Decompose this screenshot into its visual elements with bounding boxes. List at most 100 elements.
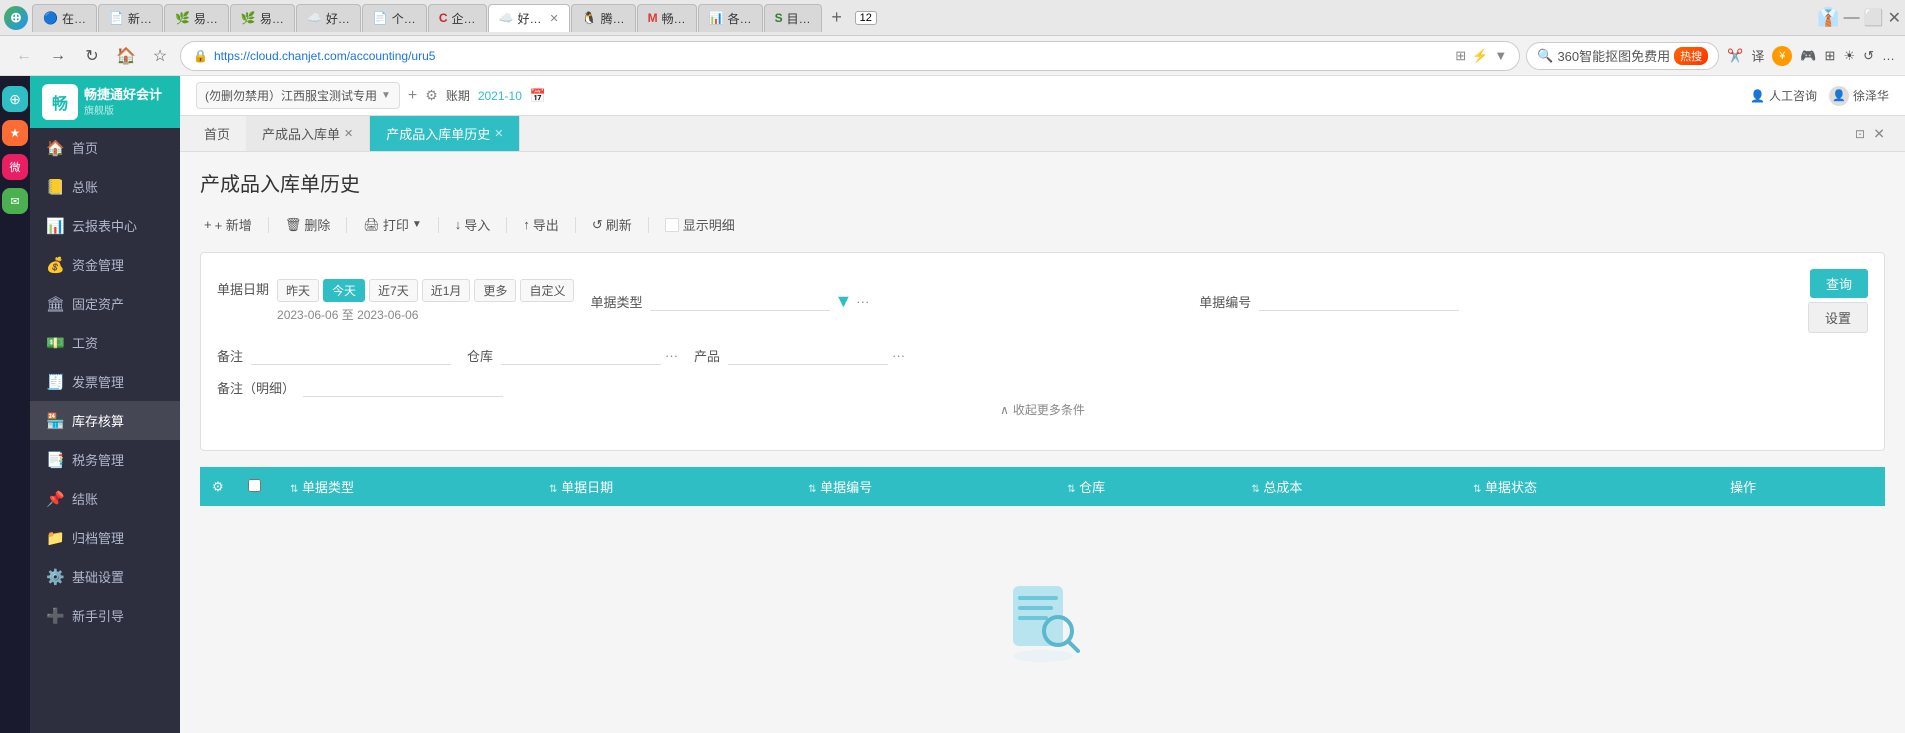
type-dots[interactable]: ··· — [856, 294, 869, 309]
gear-icon[interactable]: ⚙ — [212, 479, 224, 494]
tab-2[interactable]: 📄 新… — [98, 4, 163, 32]
tab-11[interactable]: 📊 各… — [698, 4, 763, 32]
nav-item-settings[interactable]: ⚙️ 基础设置 — [30, 557, 180, 596]
tab-8[interactable]: ☁️ 好… ✕ — [488, 4, 570, 32]
product-dots[interactable]: ··· — [892, 348, 905, 363]
col-number[interactable]: ⇅ 单据编号 — [794, 467, 1053, 506]
url-bar[interactable]: 🔒 https://cloud.chanjet.com/accounting/u… — [180, 41, 1520, 71]
import-button[interactable]: ↓ 导入 — [451, 213, 495, 236]
nav-item-inventory[interactable]: 🏪 库存核算 — [30, 401, 180, 440]
tab-7[interactable]: C 企… — [428, 4, 487, 32]
print-dropdown-icon[interactable]: ▼ — [412, 219, 422, 230]
nav-item-asset[interactable]: 🏛 固定资产 — [30, 284, 180, 323]
table-gear-col[interactable]: ⚙ — [200, 467, 236, 506]
export-button[interactable]: ↑ 导出 — [519, 213, 563, 236]
delete-button[interactable]: 🗑 删除 — [281, 213, 335, 236]
nav-item-report[interactable]: 📊 云报表中心 — [30, 206, 180, 245]
app-icon-4[interactable]: ✉ — [2, 188, 28, 214]
minimize-button[interactable]: — — [1844, 9, 1860, 27]
app-icon-2[interactable]: ★ — [2, 120, 28, 146]
nav-item-archive[interactable]: 📁 归档管理 — [30, 518, 180, 557]
new-button[interactable]: + + 新增 — [200, 213, 256, 236]
theme-icon[interactable]: ☀ — [1843, 48, 1855, 64]
col-cost[interactable]: ⇅ 总成本 — [1237, 467, 1459, 506]
tab-6[interactable]: 📄 个… — [362, 4, 427, 32]
number-filter-input[interactable] — [1259, 291, 1459, 311]
print-button[interactable]: 🖨 打印 ▼ — [359, 213, 425, 236]
refresh-button[interactable]: ↺ 刷新 — [588, 213, 636, 236]
nav-item-guide[interactable]: ➕ 新手引导 — [30, 596, 180, 635]
date-btn-more[interactable]: 更多 — [474, 279, 516, 302]
period-calendar-icon[interactable]: 📅 — [530, 88, 546, 104]
date-btn-today[interactable]: 今天 — [323, 279, 365, 302]
tab-9[interactable]: 🐧 腾… — [571, 4, 636, 32]
tab-3[interactable]: 🌿 易… — [164, 4, 229, 32]
show-cols-button[interactable]: 显示明细 — [661, 213, 739, 236]
company-settings-icon[interactable]: ⚙ — [425, 87, 438, 104]
more-icon[interactable]: … — [1882, 48, 1895, 63]
user-profile-button[interactable]: 👤 徐泽华 — [1829, 86, 1889, 106]
refresh-browser-button[interactable]: ↻ — [78, 42, 106, 70]
type-filter-input[interactable] — [650, 291, 830, 311]
tab-5[interactable]: ☁️ 好… — [296, 4, 361, 32]
product-filter-input[interactable] — [728, 345, 888, 365]
remark-filter-input[interactable] — [251, 345, 451, 365]
yuan-icon[interactable]: ¥ — [1772, 46, 1792, 66]
tab-10[interactable]: M 畅… — [637, 4, 697, 32]
col-warehouse[interactable]: ⇅ 仓库 — [1053, 467, 1237, 506]
maximize-panel-button[interactable]: ⊡ — [1855, 127, 1865, 141]
forward-button[interactable]: → — [44, 42, 72, 70]
browser-search-box[interactable]: 🔍 360智能抠图免费用 热搜 — [1526, 42, 1719, 70]
type-dropdown-icon[interactable]: ▼ — [834, 291, 852, 312]
date-btn-1month[interactable]: 近1月 — [422, 279, 471, 302]
grid-icon[interactable]: ⊞ — [1825, 48, 1836, 64]
warehouse-dots[interactable]: ··· — [665, 348, 678, 363]
table-check-col[interactable] — [236, 467, 276, 506]
tab-12[interactable]: S 目… — [764, 4, 822, 32]
bookmark-button[interactable]: ☆ — [146, 42, 174, 70]
page-tab-list[interactable]: 产成品入库单 ✕ — [246, 116, 370, 151]
nav-item-salary[interactable]: 💵 工资 — [30, 323, 180, 362]
apps-icon[interactable]: ⊞ — [1455, 48, 1466, 64]
extensions-icon[interactable]: ⚡ — [1472, 48, 1488, 64]
maximize-button[interactable]: ⬜ — [1864, 8, 1884, 28]
nav-item-fund[interactable]: 💰 资金管理 — [30, 245, 180, 284]
nav-item-home[interactable]: 🏠 首页 — [30, 128, 180, 167]
nav-item-ledger[interactable]: 📒 总账 — [30, 167, 180, 206]
collapse-button[interactable]: ∧ 收起更多条件 — [988, 397, 1097, 422]
tab-count[interactable]: 12 — [855, 11, 877, 25]
tab-8-close[interactable]: ✕ — [549, 12, 558, 25]
col-date[interactable]: ⇅ 单据日期 — [535, 467, 794, 506]
new-tab-button[interactable]: + — [823, 4, 851, 32]
close-window-button[interactable]: ✕ — [1888, 8, 1901, 28]
remark2-filter-input[interactable] — [303, 377, 503, 397]
select-all-checkbox[interactable] — [248, 479, 261, 492]
tab-4[interactable]: 🌿 易… — [230, 4, 295, 32]
url-dropdown[interactable]: ▼ — [1494, 48, 1507, 63]
close-all-tabs-button[interactable]: ✕ — [1873, 125, 1885, 142]
show-cols-checkbox[interactable] — [665, 218, 679, 232]
date-btn-yesterday[interactable]: 昨天 — [277, 279, 319, 302]
translate-icon[interactable]: 译 — [1751, 46, 1764, 65]
nav-item-tax[interactable]: 📑 税务管理 — [30, 440, 180, 479]
customize-icon[interactable]: 👔 — [1817, 7, 1839, 28]
page-tab-list-close[interactable]: ✕ — [344, 127, 353, 140]
game-icon[interactable]: 🎮 — [1800, 48, 1816, 64]
company-selector[interactable]: (勿删勿禁用）江西服宝测试专用 ▼ — [196, 82, 400, 109]
service-button[interactable]: 👤 人工咨询 — [1750, 87, 1817, 104]
date-btn-7days[interactable]: 近7天 — [369, 279, 418, 302]
col-type[interactable]: ⇅ 单据类型 — [276, 467, 535, 506]
scissors-icon[interactable]: ✂️ — [1727, 48, 1743, 64]
nav-item-invoice[interactable]: 🧾 发票管理 — [30, 362, 180, 401]
tab-1[interactable]: 🔵 在… — [32, 4, 97, 32]
page-tab-history[interactable]: 产成品入库单历史 ✕ — [370, 116, 520, 151]
history-icon[interactable]: ↺ — [1863, 48, 1874, 64]
breadcrumb-home[interactable]: 首页 — [188, 116, 246, 151]
app-icon-3[interactable]: 微 — [2, 154, 28, 180]
col-status[interactable]: ⇅ 单据状态 — [1459, 467, 1718, 506]
home-browser-button[interactable]: 🏠 — [112, 42, 140, 70]
warehouse-filter-input[interactable] — [501, 345, 661, 365]
add-company-button[interactable]: + — [408, 87, 417, 105]
page-tab-history-close[interactable]: ✕ — [494, 127, 503, 140]
period-value[interactable]: 2021-10 — [478, 89, 522, 103]
